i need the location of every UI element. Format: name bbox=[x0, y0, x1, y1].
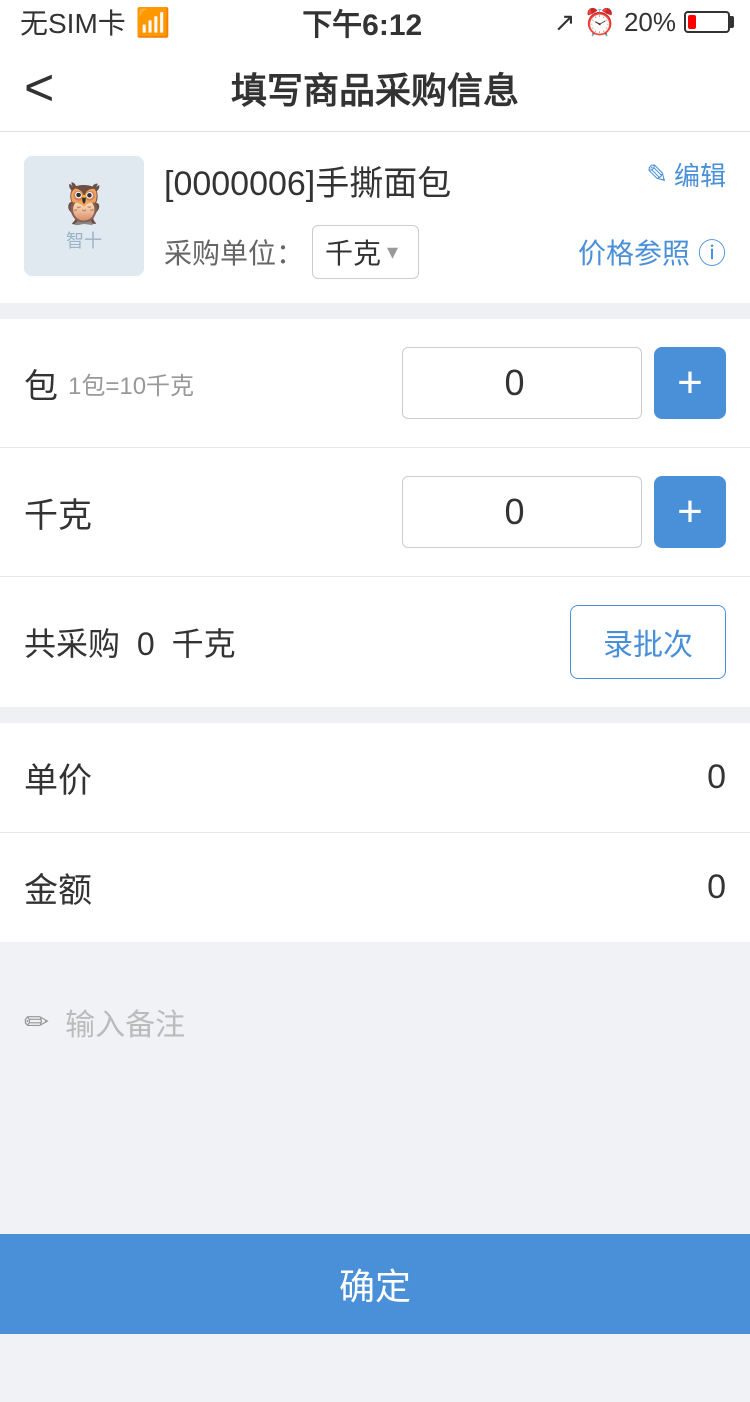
unit-select[interactable]: 千克 ▾ bbox=[312, 225, 419, 279]
pencil-icon: ✏ bbox=[24, 1005, 49, 1040]
kg-input-row: 千克 + bbox=[0, 448, 750, 577]
status-time: 下午6:12 bbox=[302, 0, 422, 44]
unit-value: 千克 bbox=[325, 232, 381, 272]
alarm-icon: ⏰ bbox=[584, 7, 616, 38]
info-circle-icon: ⓘ bbox=[698, 232, 726, 272]
bag-label: 包 bbox=[24, 359, 58, 408]
summary-prefix: 共采购 bbox=[24, 626, 120, 662]
battery-percent: 20% bbox=[624, 7, 676, 38]
kg-quantity-input[interactable] bbox=[402, 476, 642, 548]
summary-text: 共采购 0 千克 bbox=[24, 619, 236, 665]
location-icon: ↗ bbox=[554, 7, 576, 38]
edit-button[interactable]: ✎ 编辑 bbox=[646, 156, 726, 193]
product-info: [0000006]手撕面包 ✎ 编辑 采购单位： 千克 ▾ 价格参照 ⓘ bbox=[164, 156, 726, 279]
price-ref-button[interactable]: 价格参照 ⓘ bbox=[578, 232, 726, 272]
unit-price-label: 单价 bbox=[24, 753, 92, 802]
kg-plus-button[interactable]: + bbox=[654, 476, 726, 548]
product-card: 🦉 智十 [0000006]手撕面包 ✎ 编辑 采购单位： 千克 ▾ 价格参照 … bbox=[0, 132, 750, 303]
confirm-button[interactable]: 确定 bbox=[0, 1234, 750, 1334]
edit-icon: ✎ bbox=[646, 159, 668, 190]
page-title: 填写商品采购信息 bbox=[231, 62, 519, 114]
batch-label: 录批次 bbox=[603, 629, 693, 662]
battery-icon bbox=[684, 11, 730, 33]
price-ref-label: 价格参照 bbox=[578, 232, 690, 272]
status-right: ↗ ⏰ 20% bbox=[554, 7, 730, 38]
note-section[interactable]: ✏ 输入备注 bbox=[0, 942, 750, 1102]
back-button[interactable]: < bbox=[24, 58, 54, 118]
input-section: 包 1包=10千克 + 千克 + bbox=[0, 319, 750, 577]
unit-price-value: 0 bbox=[707, 758, 726, 797]
bag-input-row: 包 1包=10千克 + bbox=[0, 319, 750, 448]
plus-icon: + bbox=[677, 358, 703, 408]
product-thumbnail: 🦉 智十 bbox=[24, 156, 144, 276]
unit-label: 采购单位： bbox=[164, 232, 304, 272]
batch-button[interactable]: 录批次 bbox=[570, 605, 726, 679]
amount-label: 金额 bbox=[24, 863, 92, 912]
summary-unit: 千克 bbox=[172, 626, 236, 662]
bag-sub-label: 1包=10千克 bbox=[68, 366, 194, 401]
plus-icon-2: + bbox=[677, 487, 703, 537]
edit-label: 编辑 bbox=[674, 156, 726, 193]
bag-quantity-input[interactable] bbox=[402, 347, 642, 419]
chevron-down-icon: ▾ bbox=[387, 239, 398, 265]
kg-label: 千克 bbox=[24, 488, 92, 537]
status-bar: 无SIM卡 📶 下午6:12 ↗ ⏰ 20% bbox=[0, 0, 750, 44]
info-section: 单价 0 金额 0 bbox=[0, 723, 750, 942]
bag-plus-button[interactable]: + bbox=[654, 347, 726, 419]
summary-amount: 0 bbox=[137, 626, 155, 662]
wifi-icon: 📶 bbox=[136, 6, 171, 39]
carrier-label: 无SIM卡 bbox=[20, 2, 126, 42]
back-arrow-icon: < bbox=[24, 58, 54, 118]
summary-row: 共采购 0 千克 录批次 bbox=[0, 577, 750, 707]
divider-1 bbox=[0, 303, 750, 319]
amount-row: 金额 0 bbox=[0, 833, 750, 942]
amount-value: 0 bbox=[707, 868, 726, 907]
unit-price-row: 单价 0 bbox=[0, 723, 750, 833]
nav-bar: < 填写商品采购信息 bbox=[0, 44, 750, 132]
status-left: 无SIM卡 📶 bbox=[20, 2, 171, 42]
product-full-name: [0000006]手撕面包 bbox=[164, 156, 451, 205]
divider-2 bbox=[0, 707, 750, 723]
confirm-label: 确定 bbox=[339, 1258, 411, 1310]
note-placeholder: 输入备注 bbox=[65, 1000, 185, 1044]
